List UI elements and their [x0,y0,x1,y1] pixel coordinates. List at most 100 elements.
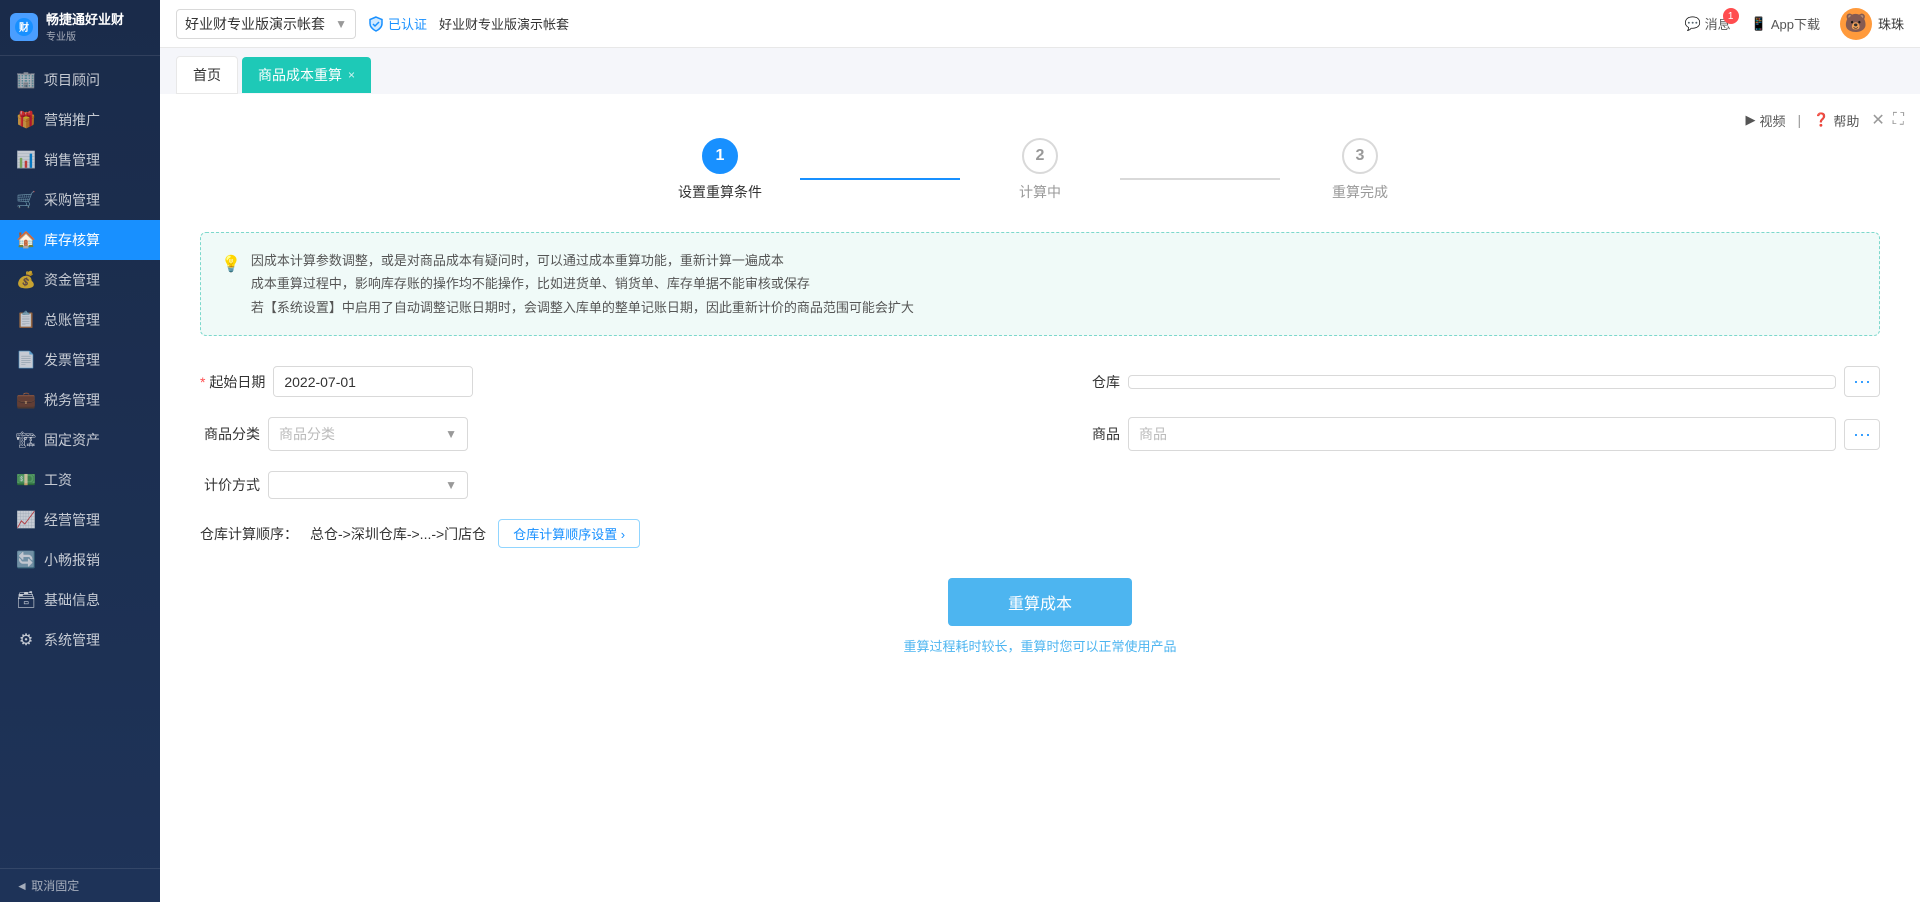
account-selector[interactable]: 好业财专业版演示帐套 ▼ [176,9,356,39]
verified-badge: 已认证 [368,14,427,33]
step-2: 2 计算中 [960,138,1120,202]
tab-home-label: 首页 [193,67,221,83]
video-link[interactable]: ▶ 视频 [1746,111,1786,130]
sidebar-item-project[interactable]: 🏢 项目顾问 [0,60,160,100]
tax-icon: 💼 [16,390,36,410]
warehouse-dots-button[interactable]: ··· [1844,366,1880,397]
help-link[interactable]: ❓ 帮助 [1813,111,1859,130]
accounting-icon: 📋 [16,310,36,330]
product-dots-button[interactable]: ··· [1844,419,1880,450]
sidebar-item-label-tax: 税务管理 [44,390,100,410]
sidebar-item-label-sales: 销售管理 [44,150,100,170]
content-area: ▶ 视频 | ❓ 帮助 ✕ ⛶ 1 设置重算条件 [160,94,1920,902]
step-1: 1 设置重算条件 [640,138,800,202]
sidebar-item-marketing[interactable]: 🎁 营销推广 [0,100,160,140]
category-select[interactable]: 商品分类 ▼ [268,417,468,451]
topbar-account-name: 好业财专业版演示帐套 [439,14,569,33]
sidebar-nav: 🏢 项目顾问 🎁 营销推广 📊 销售管理 🛒 采购管理 🏠 库存核算 💰 资金管… [0,56,160,868]
sidebar-item-label-assets: 固定资产 [44,430,100,450]
divider: | [1798,112,1802,128]
info-text-1: 因成本计算参数调整，或是对商品成本有疑问时，可以通过成本重算功能，重新计算一遍成… [251,249,914,272]
sidebar: 财 畅捷通好业财 专业版 🏢 项目顾问 🎁 营销推广 📊 销售管理 🛒 采购管理… [0,0,160,902]
step-3-label: 重算完成 [1332,182,1388,202]
message-button[interactable]: 💬 消息 1 [1684,14,1730,33]
tab-close-icon[interactable]: × [348,68,355,82]
step-3: 3 重算完成 [1280,138,1440,202]
inventory-icon: 🏠 [16,230,36,250]
sidebar-unpin-button[interactable]: ◄ 取消固定 [0,868,160,902]
project-icon: 🏢 [16,70,36,90]
svg-text:财: 财 [18,21,29,34]
sidebar-item-basic[interactable]: 🗃 基础信息 [0,580,160,620]
product-label: 商品 [1060,424,1120,444]
sidebar-item-payroll[interactable]: 💵 工资 [0,460,160,500]
sidebar-item-label-project: 项目顾问 [44,70,100,90]
close-icon[interactable]: ✕ [1871,110,1884,130]
recalc-button[interactable]: 重算成本 [948,578,1132,626]
unpin-label: ◄ 取消固定 [16,877,79,894]
sidebar-item-finance[interactable]: 💰 资金管理 [0,260,160,300]
sidebar-header: 财 畅捷通好业财 专业版 [0,0,160,56]
recalc-hint: 重算过程耗时较长，重算时您可以正常使用产品 [903,636,1176,655]
sidebar-item-sales[interactable]: 📊 销售管理 [0,140,160,180]
user-profile[interactable]: 🐻 珠珠 [1840,8,1904,40]
window-controls: ✕ ⛶ [1871,110,1904,130]
sidebar-item-label-finance: 资金管理 [44,270,100,290]
step-2-label: 计算中 [1019,182,1061,202]
sidebar-title-block: 畅捷通好业财 专业版 [46,12,124,43]
info-box: 💡 因成本计算参数调整，或是对商品成本有疑问时，可以通过成本重算功能，重新计算一… [200,232,1880,336]
sidebar-item-system[interactable]: ⚙ 系统管理 [0,620,160,660]
sidebar-item-label-operations: 经营管理 [44,510,100,530]
start-date-label: * 起始日期 [200,372,265,392]
operations-icon: 📈 [16,510,36,530]
sales-icon: 📊 [16,150,36,170]
message-badge: 1 [1723,8,1739,24]
main-area: 好业财专业版演示帐套 ▼ 已认证 好业财专业版演示帐套 💬 消息 1 📱 App… [160,0,1920,902]
question-icon: ❓ [1813,112,1829,128]
app-download-button[interactable]: 📱 App下载 [1751,14,1820,33]
tab-cost-recalc[interactable]: 商品成本重算 × [242,57,371,93]
finance-icon: 💰 [16,270,36,290]
phone-icon: 📱 [1751,16,1767,32]
sidebar-item-operations[interactable]: 📈 经营管理 [0,500,160,540]
sidebar-item-label-expense: 小畅报销 [44,550,100,570]
warehouse-settings-button[interactable]: 仓库计算顺序设置 › [498,519,640,548]
sidebar-app-title: 畅捷通好业财 [46,12,124,28]
sidebar-item-inventory[interactable]: 🏠 库存核算 [0,220,160,260]
expand-icon[interactable]: ⛶ [1893,111,1904,129]
step-line-1 [800,178,960,180]
app-download-label: App下载 [1771,14,1820,33]
warehouse-label: 仓库 [1060,372,1120,392]
sidebar-item-accounting[interactable]: 📋 总账管理 [0,300,160,340]
warehouse-input[interactable] [1128,375,1836,389]
start-date-input-wrapper[interactable]: 📅 [273,366,473,397]
purchase-icon: 🛒 [16,190,36,210]
step-1-label: 设置重算条件 [678,182,762,202]
help-label: 帮助 [1833,111,1859,130]
pricing-select[interactable]: ▼ [268,471,468,499]
sidebar-item-purchase[interactable]: 🛒 采购管理 [0,180,160,220]
sidebar-edition: 专业版 [46,28,124,43]
sidebar-item-invoice[interactable]: 📄 发票管理 [0,340,160,380]
product-field: 商品 商品 ··· [1060,417,1880,451]
start-date-input[interactable] [274,368,473,396]
info-text-block: 因成本计算参数调整，或是对商品成本有疑问时，可以通过成本重算功能，重新计算一遍成… [251,249,914,319]
topbar: 好业财专业版演示帐套 ▼ 已认证 好业财专业版演示帐套 💬 消息 1 📱 App… [160,0,1920,48]
sidebar-item-expense[interactable]: 🔄 小畅报销 [0,540,160,580]
tabbar: 首页 商品成本重算 × [160,48,1920,94]
chevron-down-icon: ▼ [335,17,347,31]
message-icon: 💬 [1684,16,1700,32]
bulb-icon: 💡 [221,251,241,319]
sidebar-item-assets[interactable]: 🏗 固定资产 [0,420,160,460]
info-text-3: 若【系统设置】中启用了自动调整记账日期时，会调整入库单的整单记账日期，因此重新计… [251,296,914,319]
product-placeholder: 商品 [1139,426,1167,442]
tab-home[interactable]: 首页 [176,56,238,94]
recalc-button-label: 重算成本 [1008,596,1072,613]
product-input[interactable]: 商品 [1128,417,1836,451]
tab-cost-recalc-label: 商品成本重算 [258,65,342,85]
step-3-circle: 3 [1342,138,1378,174]
step-line-2 [1120,178,1280,180]
sidebar-item-label-marketing: 营销推广 [44,110,100,130]
topbar-right: 💬 消息 1 📱 App下载 🐻 珠珠 [1684,8,1904,40]
sidebar-item-tax[interactable]: 💼 税务管理 [0,380,160,420]
